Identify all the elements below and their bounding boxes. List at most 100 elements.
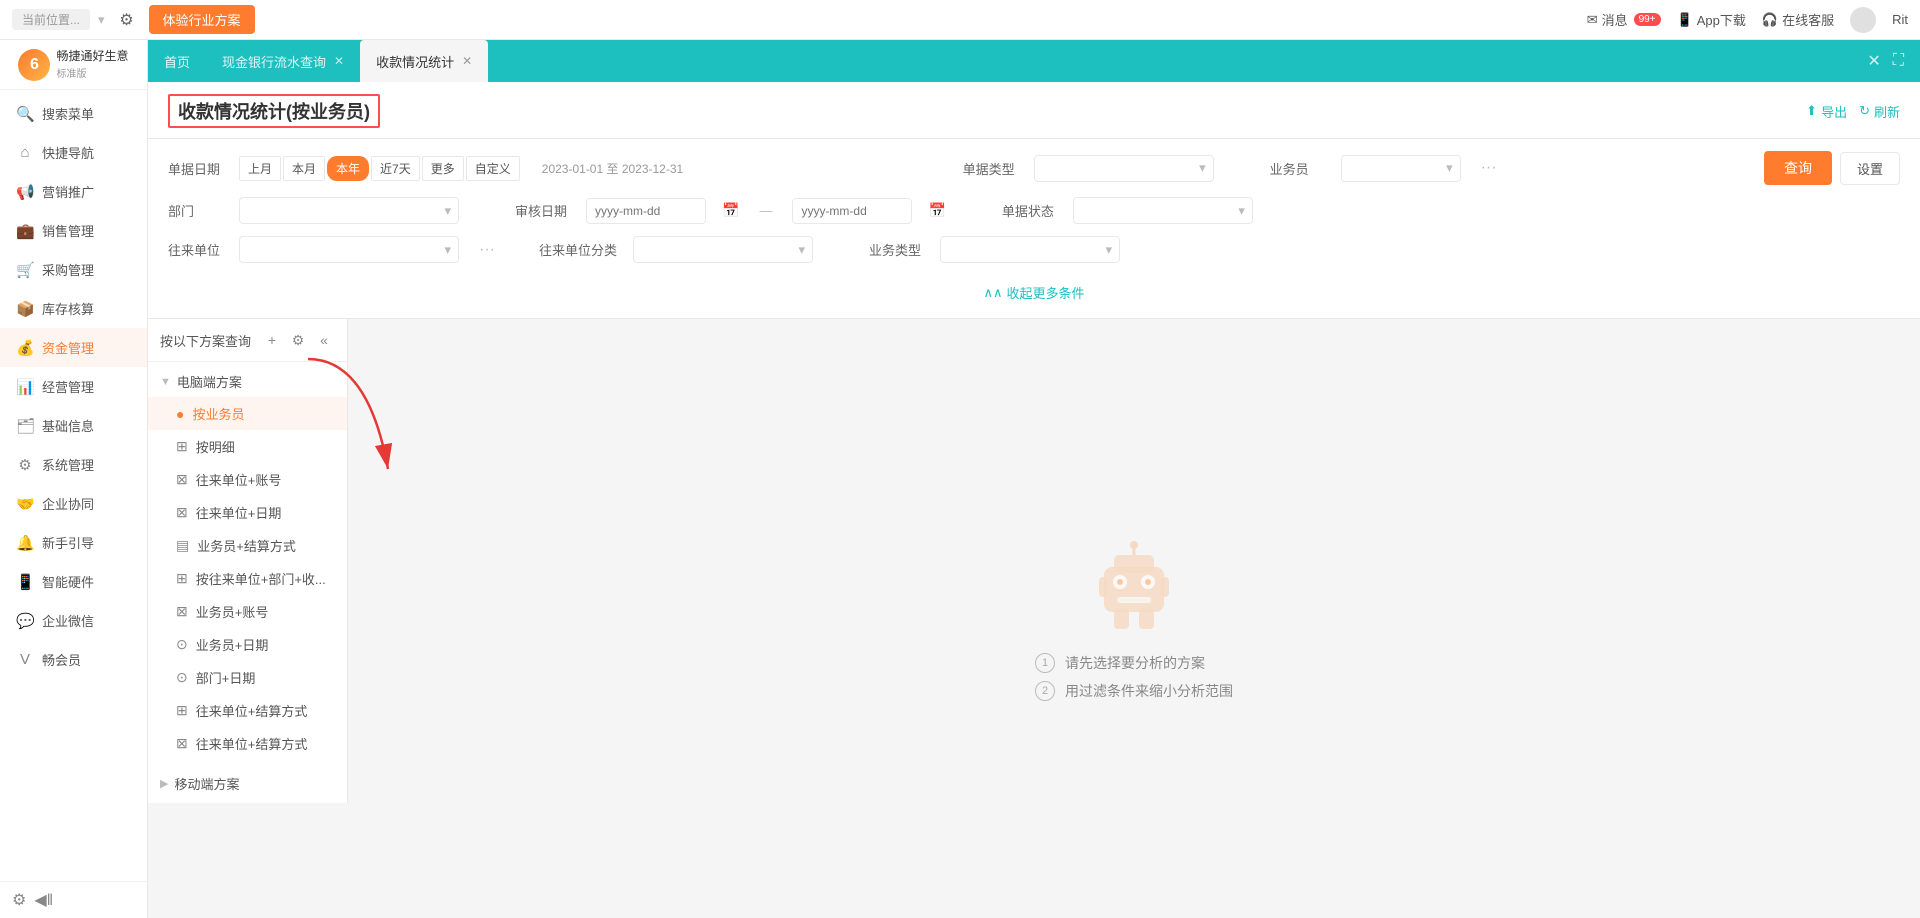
scheme-collapse-button[interactable]: « [313, 329, 335, 351]
sidebar-item-search[interactable]: 🔍 搜索菜单 [0, 94, 147, 133]
review-date-end-input[interactable] [792, 198, 912, 224]
dept-date-scheme-icon: ⊙ [176, 669, 188, 686]
detail-scheme-icon: ⊞ [176, 438, 188, 455]
scheme-item-sp-account[interactable]: ⊠ 业务员+账号 [148, 595, 347, 628]
tab-bank[interactable]: 现金银行流水查询 ✕ [206, 40, 360, 82]
gear-icon[interactable]: ⚙ [113, 6, 141, 34]
counterparty-label: 往来单位 [168, 240, 223, 259]
tab-home[interactable]: 首页 [148, 40, 206, 82]
filter-panel: 单据日期 上月 本月 本年 近7天 更多 自定义 2023-01-01 至 20… [148, 139, 1920, 319]
tab-bar: 首页 现金银行流水查询 ✕ 收款情况统计 ✕ ✕ ⛶ [148, 40, 1920, 82]
scheme-item-sp-date[interactable]: ⊙ 业务员+日期 [148, 628, 347, 661]
sidebar-item-marketing-label: 营销推广 [42, 182, 94, 201]
scheme-item-cp-settlement2-label: 往来单位+结算方式 [196, 734, 308, 753]
date-range-text: 2023-01-01 至 2023-12-31 [542, 160, 683, 177]
tab-collection[interactable]: 收款情况统计 ✕ [360, 40, 488, 82]
tab-bank-close-icon[interactable]: ✕ [334, 54, 344, 68]
sidebar-item-inventory[interactable]: 📦 库存核算 [0, 289, 147, 328]
message-button[interactable]: ✉ 消息 99+ [1587, 10, 1661, 29]
cp-settlement2-scheme-icon: ⊠ [176, 735, 188, 752]
tab-expand-button[interactable]: ⛶ [1889, 50, 1908, 72]
scheme-item-sp-account-label: 业务员+账号 [196, 602, 269, 621]
salesperson-select-wrapper [1341, 155, 1461, 182]
review-date-start-input[interactable] [586, 198, 706, 224]
app-download-button[interactable]: 📱 App下载 [1677, 10, 1746, 29]
scheme-mobile-group-title[interactable]: ▶ 移动端方案 [148, 768, 347, 799]
scheme-settings-button[interactable]: ⚙ [287, 329, 309, 351]
date-tab-this-year[interactable]: 本年 [327, 156, 369, 181]
sidebar-item-operations[interactable]: 📊 经营管理 [0, 367, 147, 406]
sidebar-item-basic-info[interactable]: 🗂 基础信息 [0, 406, 147, 445]
date-tab-7days[interactable]: 近7天 [371, 156, 420, 181]
sidebar-item-enterprise[interactable]: 🤝 企业协同 [0, 484, 147, 523]
counterparty-cat-select[interactable] [633, 236, 813, 263]
top-bar: 当前位置... ▾ ⚙ 体验行业方案 ✉ 消息 99+ 📱 App下载 🎧 在线… [0, 0, 1920, 40]
date-tab-more[interactable]: 更多 [422, 156, 464, 181]
settings-button[interactable]: 设置 [1840, 152, 1900, 185]
username[interactable]: Rit [1892, 12, 1908, 27]
trial-button[interactable]: 体验行业方案 [149, 5, 255, 34]
filter-date-tabs: 上月 本月 本年 近7天 更多 自定义 [239, 156, 520, 181]
query-button[interactable]: 查询 [1764, 151, 1832, 185]
filter-row-dept: 部门 审核日期 📅 — 📅 单据状态 [168, 197, 1900, 224]
online-service-button[interactable]: 🎧 在线客服 [1762, 10, 1834, 29]
sidebar-item-member[interactable]: V 畅会员 [0, 640, 147, 679]
sidebar-settings-icon[interactable]: ⚙ [12, 890, 26, 910]
scheme-item-detail[interactable]: ⊞ 按明细 [148, 430, 347, 463]
sidebar-item-system[interactable]: ⚙ 系统管理 [0, 445, 147, 484]
scheme-panel-header-actions: + ⚙ « [261, 329, 335, 351]
date-tab-custom[interactable]: 自定义 [466, 156, 520, 181]
scheme-panel-container: 按以下方案查询 + ⚙ « ▼ 电脑端方案 [148, 319, 348, 918]
sidebar-item-quick-nav[interactable]: ⌂ 快捷导航 [0, 133, 147, 172]
date-tab-this-month[interactable]: 本月 [283, 156, 325, 181]
doc-status-select[interactable] [1073, 197, 1253, 224]
empty-step-1: 1 请先选择要分析的方案 [1035, 653, 1233, 673]
dept-select[interactable] [239, 197, 459, 224]
main-layout: 6 畅捷通好生意 标准版 🔍 搜索菜单 ⌂ 快捷导航 📢 营销推广 💼 销 [0, 40, 1920, 918]
counterparty-cat-label: 往来单位分类 [539, 240, 617, 259]
scheme-add-button[interactable]: + [261, 329, 283, 351]
sidebar-item-system-label: 系统管理 [42, 455, 94, 474]
scheme-item-cp-account[interactable]: ⊠ 往来单位+账号 [148, 463, 347, 496]
app-name: 畅捷通好生意 [56, 49, 128, 65]
scheme-item-sp-settlement[interactable]: ▤ 业务员+结算方式 [148, 529, 347, 562]
scheme-item-cp-date-label: 往来单位+日期 [196, 503, 282, 522]
sidebar-menu: 🔍 搜索菜单 ⌂ 快捷导航 📢 营销推广 💼 销售管理 🛒 采购管理 📦 [0, 90, 147, 881]
salesperson-select[interactable] [1341, 155, 1461, 182]
scheme-panel: 按以下方案查询 + ⚙ « ▼ 电脑端方案 [148, 319, 348, 803]
sidebar-collapse-icon[interactable]: ◀‖ [34, 890, 53, 910]
refresh-button[interactable]: ↻ 刷新 [1859, 102, 1900, 121]
sidebar-item-guide[interactable]: 🔔 新手引导 [0, 523, 147, 562]
scheme-item-cp-dept[interactable]: ⊞ 按往来单位+部门+收... [148, 562, 347, 595]
sidebar-item-wechat[interactable]: 💬 企业微信 [0, 601, 147, 640]
scheme-item-cp-settlement2[interactable]: ⊠ 往来单位+结算方式 [148, 727, 347, 760]
tab-bar-actions: ✕ ⛶ [1851, 49, 1920, 73]
sidebar-item-hardware[interactable]: 📱 智能硬件 [0, 562, 147, 601]
tab-collection-close-icon[interactable]: ✕ [462, 54, 472, 68]
sidebar-item-purchase[interactable]: 🛒 采购管理 [0, 250, 147, 289]
calendar-start-icon[interactable]: 📅 [722, 202, 739, 219]
tab-close-button[interactable]: ✕ [1863, 49, 1884, 73]
filter-row-date: 单据日期 上月 本月 本年 近7天 更多 自定义 2023-01-01 至 20… [168, 151, 1900, 185]
scheme-desktop-group-title[interactable]: ▼ 电脑端方案 [148, 366, 347, 397]
scheme-item-cp-date[interactable]: ⊠ 往来单位+日期 [148, 496, 347, 529]
sidebar-item-sales[interactable]: 💼 销售管理 [0, 211, 147, 250]
salesperson-more-icon[interactable]: ··· [1477, 159, 1501, 177]
doc-type-select[interactable] [1034, 155, 1214, 182]
sidebar-item-finance[interactable]: 💰 资金管理 [0, 328, 147, 367]
export-button[interactable]: ⬆ 导出 [1806, 102, 1847, 121]
scheme-item-dept-date[interactable]: ⊙ 部门+日期 [148, 661, 347, 694]
biz-type-select[interactable] [940, 236, 1120, 263]
sidebar: 6 畅捷通好生意 标准版 🔍 搜索菜单 ⌂ 快捷导航 📢 营销推广 💼 销 [0, 40, 148, 918]
scheme-item-cp-settlement1[interactable]: ⊞ 往来单位+结算方式 [148, 694, 347, 727]
counterparty-input[interactable] [239, 236, 459, 263]
counterparty-more-icon[interactable]: ··· [475, 241, 499, 259]
sales-icon: 💼 [16, 222, 34, 240]
chevron-down-icon[interactable]: ▾ [98, 12, 105, 28]
collapse-bar[interactable]: ∧∧ 收起更多条件 [168, 275, 1900, 306]
calendar-end-icon[interactable]: 📅 [928, 202, 945, 219]
sidebar-item-purchase-label: 采购管理 [42, 260, 94, 279]
sidebar-item-marketing[interactable]: 📢 营销推广 [0, 172, 147, 211]
scheme-item-salesperson[interactable]: ● 按业务员 [148, 397, 347, 430]
date-tab-last-month[interactable]: 上月 [239, 156, 281, 181]
